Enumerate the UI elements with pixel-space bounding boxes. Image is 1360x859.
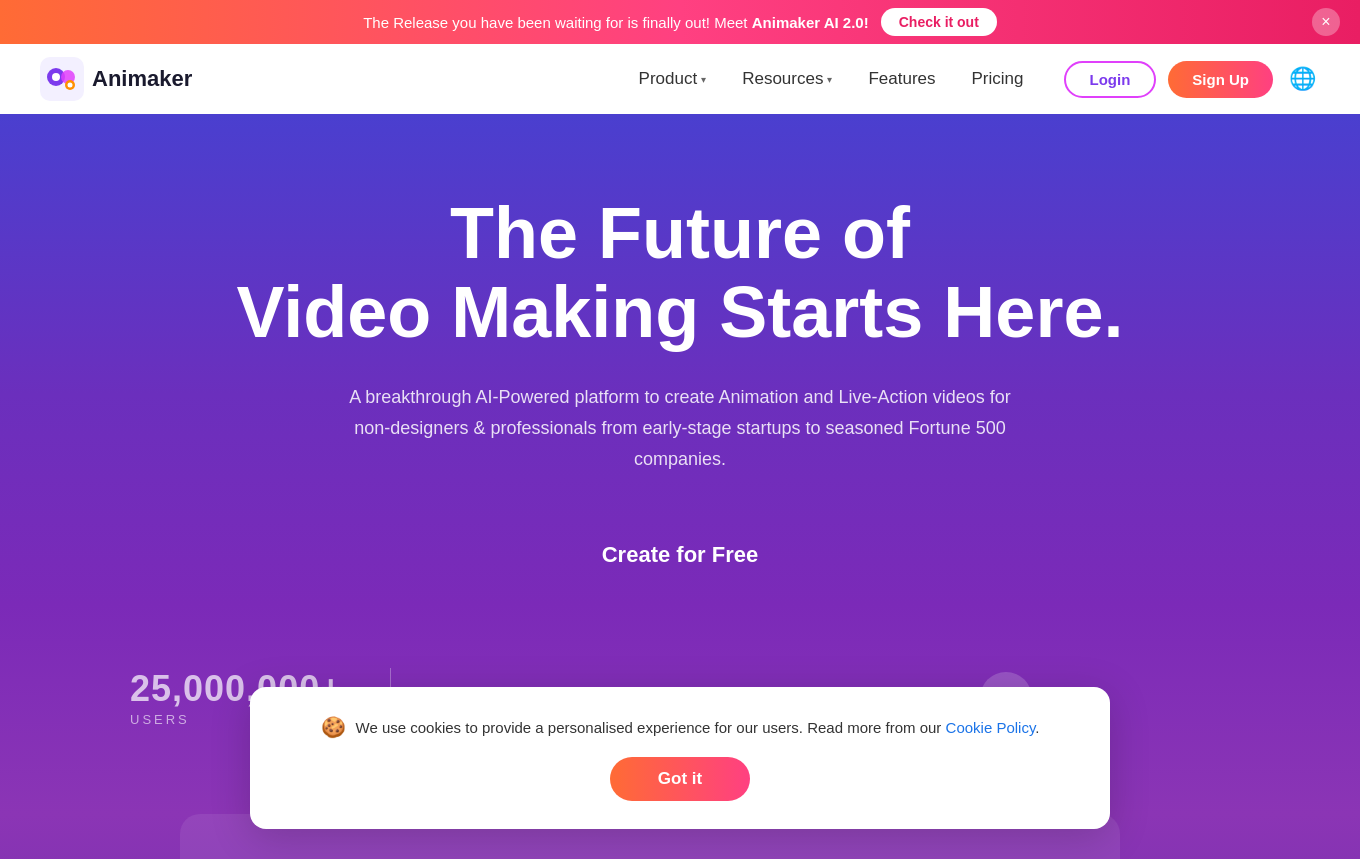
banner-text: The Release you have been waiting for is… [363, 14, 869, 31]
navbar: Animaker Product ▾ Resources ▾ Features … [0, 44, 1360, 114]
announcement-banner: The Release you have been waiting for is… [0, 0, 1360, 44]
signup-button[interactable]: Sign Up [1168, 61, 1273, 98]
cookie-banner: 🍪 We use cookies to provide a personalis… [250, 687, 1110, 829]
got-it-button[interactable]: Got it [610, 757, 750, 801]
logo-icon [40, 57, 84, 101]
svg-point-3 [52, 73, 60, 81]
svg-point-5 [68, 83, 73, 88]
product-chevron-icon: ▾ [701, 74, 706, 85]
nav-resources[interactable]: Resources ▾ [742, 69, 832, 89]
banner-close-button[interactable]: × [1312, 8, 1340, 36]
login-button[interactable]: Login [1064, 61, 1157, 98]
hero-title: The Future of Video Making Starts Here. [237, 194, 1124, 352]
logo-area[interactable]: Animaker [40, 57, 192, 101]
hero-subtitle: A breakthrough AI-Powered platform to cr… [330, 382, 1030, 474]
check-it-out-button[interactable]: Check it out [881, 8, 997, 36]
nav-features[interactable]: Features [868, 69, 935, 89]
cookie-icon: 🍪 [321, 715, 346, 739]
cookie-policy-link[interactable]: Cookie Policy [946, 719, 1036, 736]
cookie-text: 🍪 We use cookies to provide a personalis… [321, 715, 1040, 739]
nav-links: Product ▾ Resources ▾ Features Pricing [639, 69, 1024, 89]
stats-label: USERS [130, 712, 190, 727]
nav-pricing[interactable]: Pricing [972, 69, 1024, 89]
nav-actions: Login Sign Up 🌐 [1064, 61, 1321, 98]
logo-text: Animaker [92, 66, 192, 92]
resources-chevron-icon: ▾ [827, 74, 832, 85]
globe-icon: 🌐 [1289, 66, 1316, 91]
language-button[interactable]: 🌐 [1285, 62, 1320, 96]
nav-product[interactable]: Product ▾ [639, 69, 707, 89]
create-free-button[interactable]: Create for Free [540, 522, 821, 588]
